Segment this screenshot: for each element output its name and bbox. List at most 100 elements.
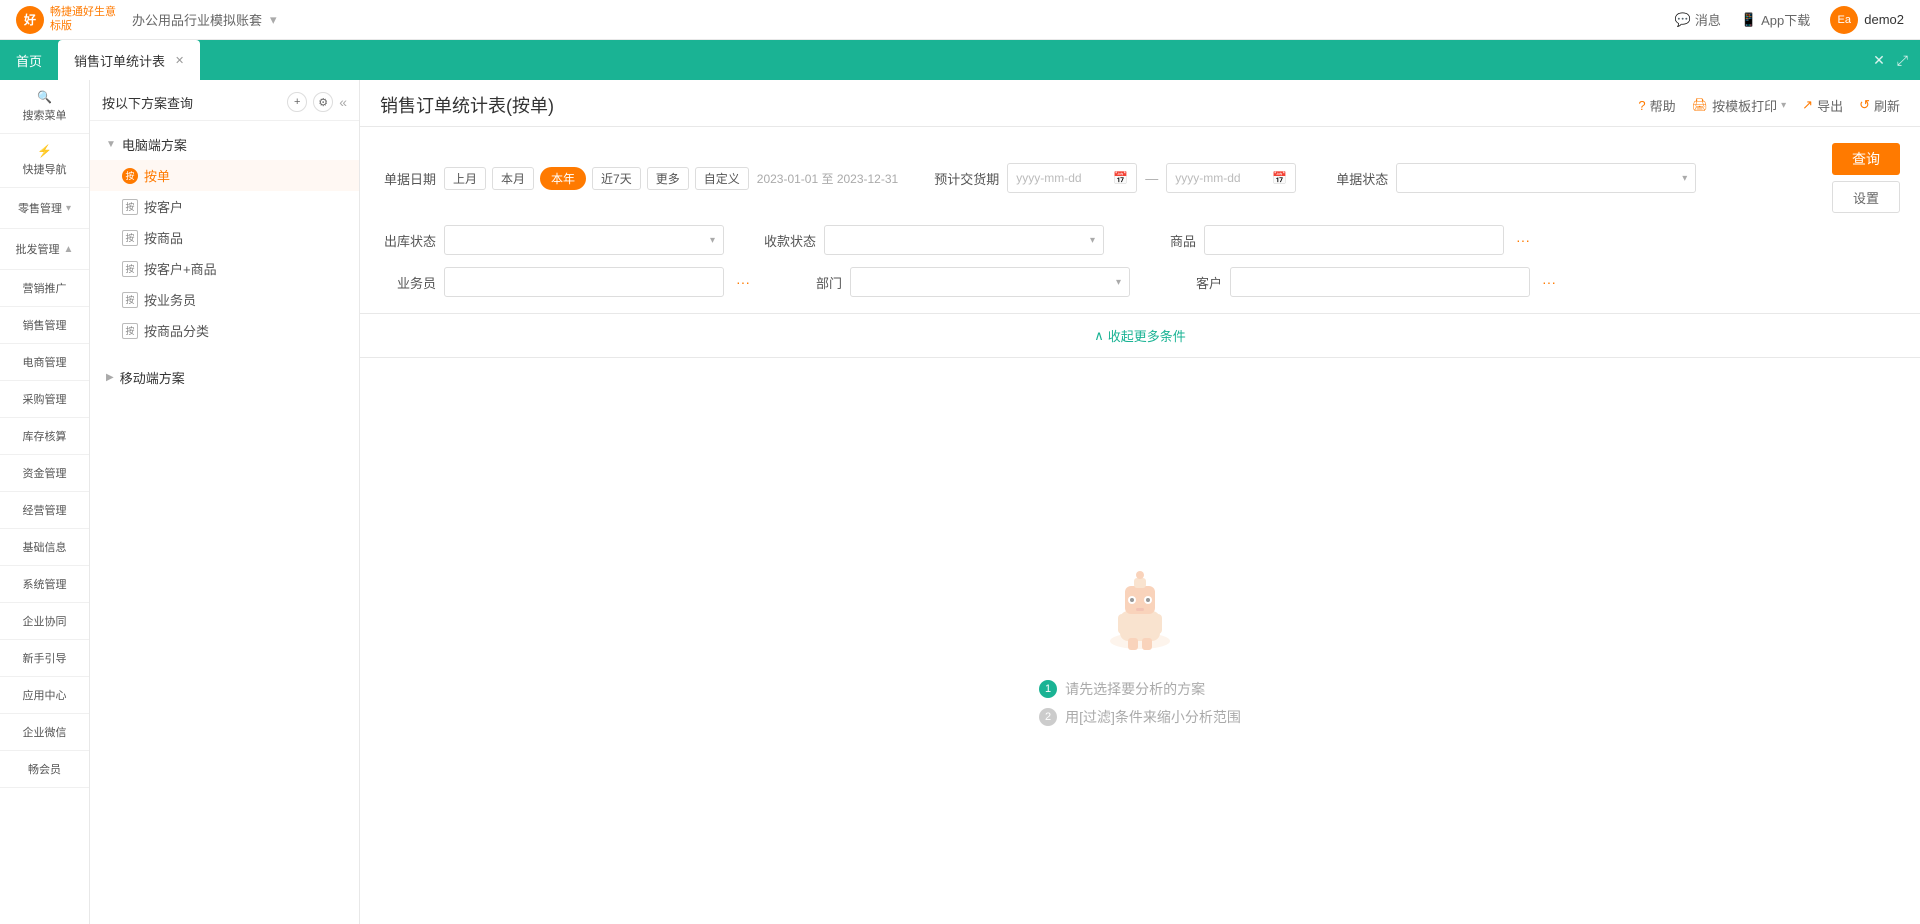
pay-status-select[interactable]: ▾ — [824, 225, 1104, 255]
export-icon: ↗ — [1802, 97, 1813, 113]
custom-btn[interactable]: 自定义 — [695, 167, 749, 190]
retail-expand-icon: ▾ — [66, 203, 71, 214]
left-panel-header: 按以下方案查询 + ⚙ « — [90, 80, 359, 121]
sidebar-item-wholesale-mgmt[interactable]: 批发管理 ▲ — [0, 229, 89, 270]
customer-section: 客户 ··· — [1166, 267, 1900, 297]
date-to-input[interactable]: yyyy-mm-dd 📅 — [1166, 163, 1296, 193]
page-title: 销售订单统计表(按单) — [380, 92, 554, 118]
message-action[interactable]: 💬 消息 — [1675, 10, 1721, 29]
sidebar-item-app-center[interactable]: 应用中心 — [0, 677, 89, 714]
tree-section-desktop: ▼ 电脑端方案 按 按单 按 按客户 按 按商品 按 按客户+商品 — [90, 121, 359, 354]
tree-parent-desktop[interactable]: ▼ 电脑端方案 — [90, 129, 359, 160]
query-button[interactable]: 查询 — [1832, 143, 1900, 175]
empty-tips: 1 请先选择要分析的方案 2 用[过滤]条件来缩小分析范围 — [1039, 679, 1241, 727]
help-icon: ? — [1638, 98, 1645, 113]
sidebar-item-marketing[interactable]: 营销推广 — [0, 270, 89, 307]
date-label: 单据日期 — [380, 169, 436, 188]
status-select[interactable]: ▾ — [1396, 163, 1696, 193]
tree-parent-mobile[interactable]: ▶ 移动端方案 — [90, 362, 359, 393]
sidebar-item-wechat[interactable]: 企业微信 — [0, 714, 89, 751]
by-customer-icon: 按 — [122, 199, 138, 215]
product-input[interactable] — [1204, 225, 1504, 255]
product-dots-icon[interactable]: ··· — [1516, 232, 1530, 248]
dept-label: 部门 — [786, 273, 842, 292]
sidebar-item-sales-mgmt[interactable]: 销售管理 — [0, 307, 89, 344]
last-month-btn[interactable]: 上月 — [444, 167, 486, 190]
pay-status-label: 收款状态 — [760, 231, 816, 250]
by-customer-product-icon: 按 — [122, 261, 138, 277]
dropdown-arrow-icon[interactable]: ▾ — [270, 12, 277, 28]
date-from-input[interactable]: yyyy-mm-dd 📅 — [1007, 163, 1137, 193]
collapse-conditions-button[interactable]: ∧ 收起更多条件 — [1082, 322, 1198, 349]
logo-area: 好 畅捷通好生意 标版 — [16, 6, 116, 34]
sidebar-item-purchase-mgmt[interactable]: 采购管理 — [0, 381, 89, 418]
collapse-panel-button[interactable]: « — [339, 94, 347, 110]
add-scheme-button[interactable]: + — [287, 92, 307, 112]
tree-child-by-salesperson[interactable]: 按 按业务员 — [90, 284, 359, 315]
tree-child-by-product[interactable]: 按 按商品 — [90, 222, 359, 253]
close-tab-icon[interactable]: ✕ — [175, 54, 184, 67]
tree-child-by-order[interactable]: 按 按单 — [90, 160, 359, 191]
sidebar-item-operations[interactable]: 经营管理 — [0, 492, 89, 529]
export-action[interactable]: ↗ 导出 — [1802, 96, 1843, 115]
sidebar-item-vip[interactable]: 畅会员 — [0, 751, 89, 788]
main-layout: 🔍 搜索菜单 ⚡ 快捷导航 零售管理 ▾ 批发管理 ▲ 营销推广 销售管理 电商… — [0, 80, 1920, 924]
sidebar-item-enterprise[interactable]: 企业协同 — [0, 603, 89, 640]
tree-child-by-category[interactable]: 按 按商品分类 — [90, 315, 359, 346]
close-window-icon[interactable]: ✕ — [1873, 52, 1885, 69]
customer-input[interactable] — [1230, 267, 1530, 297]
sidebar-item-new-user[interactable]: 新手引导 — [0, 640, 89, 677]
sidebar-item-finance[interactable]: 资金管理 — [0, 455, 89, 492]
status-label: 单据状态 — [1332, 169, 1388, 188]
settings-button[interactable]: 设置 — [1832, 181, 1900, 213]
by-product-icon: 按 — [122, 230, 138, 246]
dept-select-arrow: ▾ — [1116, 277, 1121, 288]
calendar-from-icon: 📅 — [1113, 171, 1128, 185]
refresh-action[interactable]: ↺ 刷新 — [1859, 96, 1900, 115]
date-btn-group: 上月 本月 本年 近7天 更多 自定义 — [444, 167, 749, 190]
dept-select[interactable]: ▾ — [850, 267, 1130, 297]
customer-dots-icon[interactable]: ··· — [1542, 274, 1556, 290]
message-icon: 💬 — [1675, 12, 1691, 28]
settings-scheme-button[interactable]: ⚙ — [313, 92, 333, 112]
user-area[interactable]: Ea demo2 — [1830, 6, 1904, 34]
expand-window-icon[interactable]: ⤢ — [1897, 52, 1908, 69]
sidebar-item-basic-info[interactable]: 基础信息 — [0, 529, 89, 566]
status-select-arrow: ▾ — [1682, 173, 1687, 184]
tree-child-by-customer[interactable]: 按 按客户 — [90, 191, 359, 222]
salesperson-section: 业务员 ··· — [380, 267, 750, 297]
sidebar-item-quick-nav[interactable]: ⚡ 快捷导航 — [0, 134, 89, 188]
print-action[interactable]: 🖨 按模板打印 ▾ — [1692, 96, 1787, 115]
logo-icon: 好 — [16, 6, 44, 34]
this-month-btn[interactable]: 本月 — [492, 167, 534, 190]
bill-status-section: 单据状态 ▾ — [1332, 163, 1816, 193]
calendar-to-icon: 📅 — [1272, 171, 1287, 185]
app-download-action[interactable]: 📱 App下载 — [1741, 10, 1810, 29]
top-bar: 好 畅捷通好生意 标版 办公用品行业模拟账套 ▾ 💬 消息 📱 App下载 Ea… — [0, 0, 1920, 40]
avatar: Ea — [1830, 6, 1858, 34]
date-filter-section: 单据日期 上月 本月 本年 近7天 更多 自定义 2023-01-01 至 20… — [380, 167, 898, 190]
tab-bar: 首页 销售订单统计表 ✕ ✕ ⤢ — [0, 40, 1920, 80]
top-bar-title: 办公用品行业模拟账套 — [132, 10, 262, 29]
this-year-btn[interactable]: 本年 — [540, 167, 586, 190]
tree-child-by-customer-product[interactable]: 按 按客户+商品 — [90, 253, 359, 284]
salesperson-label: 业务员 — [380, 273, 436, 292]
product-section: 商品 ··· — [1140, 225, 1900, 255]
refresh-icon: ↺ — [1859, 97, 1870, 113]
pay-select-arrow: ▾ — [1090, 235, 1095, 246]
sidebar-item-retail-mgmt[interactable]: 零售管理 ▾ — [0, 188, 89, 229]
help-action[interactable]: ? 帮助 — [1638, 96, 1675, 115]
sidebar-item-search-menu[interactable]: 🔍 搜索菜单 — [0, 80, 89, 134]
tab-home[interactable]: 首页 — [0, 40, 58, 80]
salesperson-input[interactable] — [444, 267, 724, 297]
expected-date-section: 预计交货期 yyyy-mm-dd 📅 — yyyy-mm-dd 📅 — [934, 163, 1296, 193]
sidebar-item-ecommerce[interactable]: 电商管理 — [0, 344, 89, 381]
ship-status-select[interactable]: ▾ — [444, 225, 724, 255]
last-7days-btn[interactable]: 近7天 — [592, 167, 641, 190]
more-btn[interactable]: 更多 — [647, 167, 689, 190]
salesperson-dots-icon[interactable]: ··· — [736, 274, 750, 290]
tab-sales-stats[interactable]: 销售订单统计表 ✕ — [58, 40, 200, 80]
sidebar-item-system-mgmt[interactable]: 系统管理 — [0, 566, 89, 603]
filter-row-1: 单据日期 上月 本月 本年 近7天 更多 自定义 2023-01-01 至 20… — [380, 143, 1900, 213]
sidebar-item-inventory[interactable]: 库存核算 — [0, 418, 89, 455]
